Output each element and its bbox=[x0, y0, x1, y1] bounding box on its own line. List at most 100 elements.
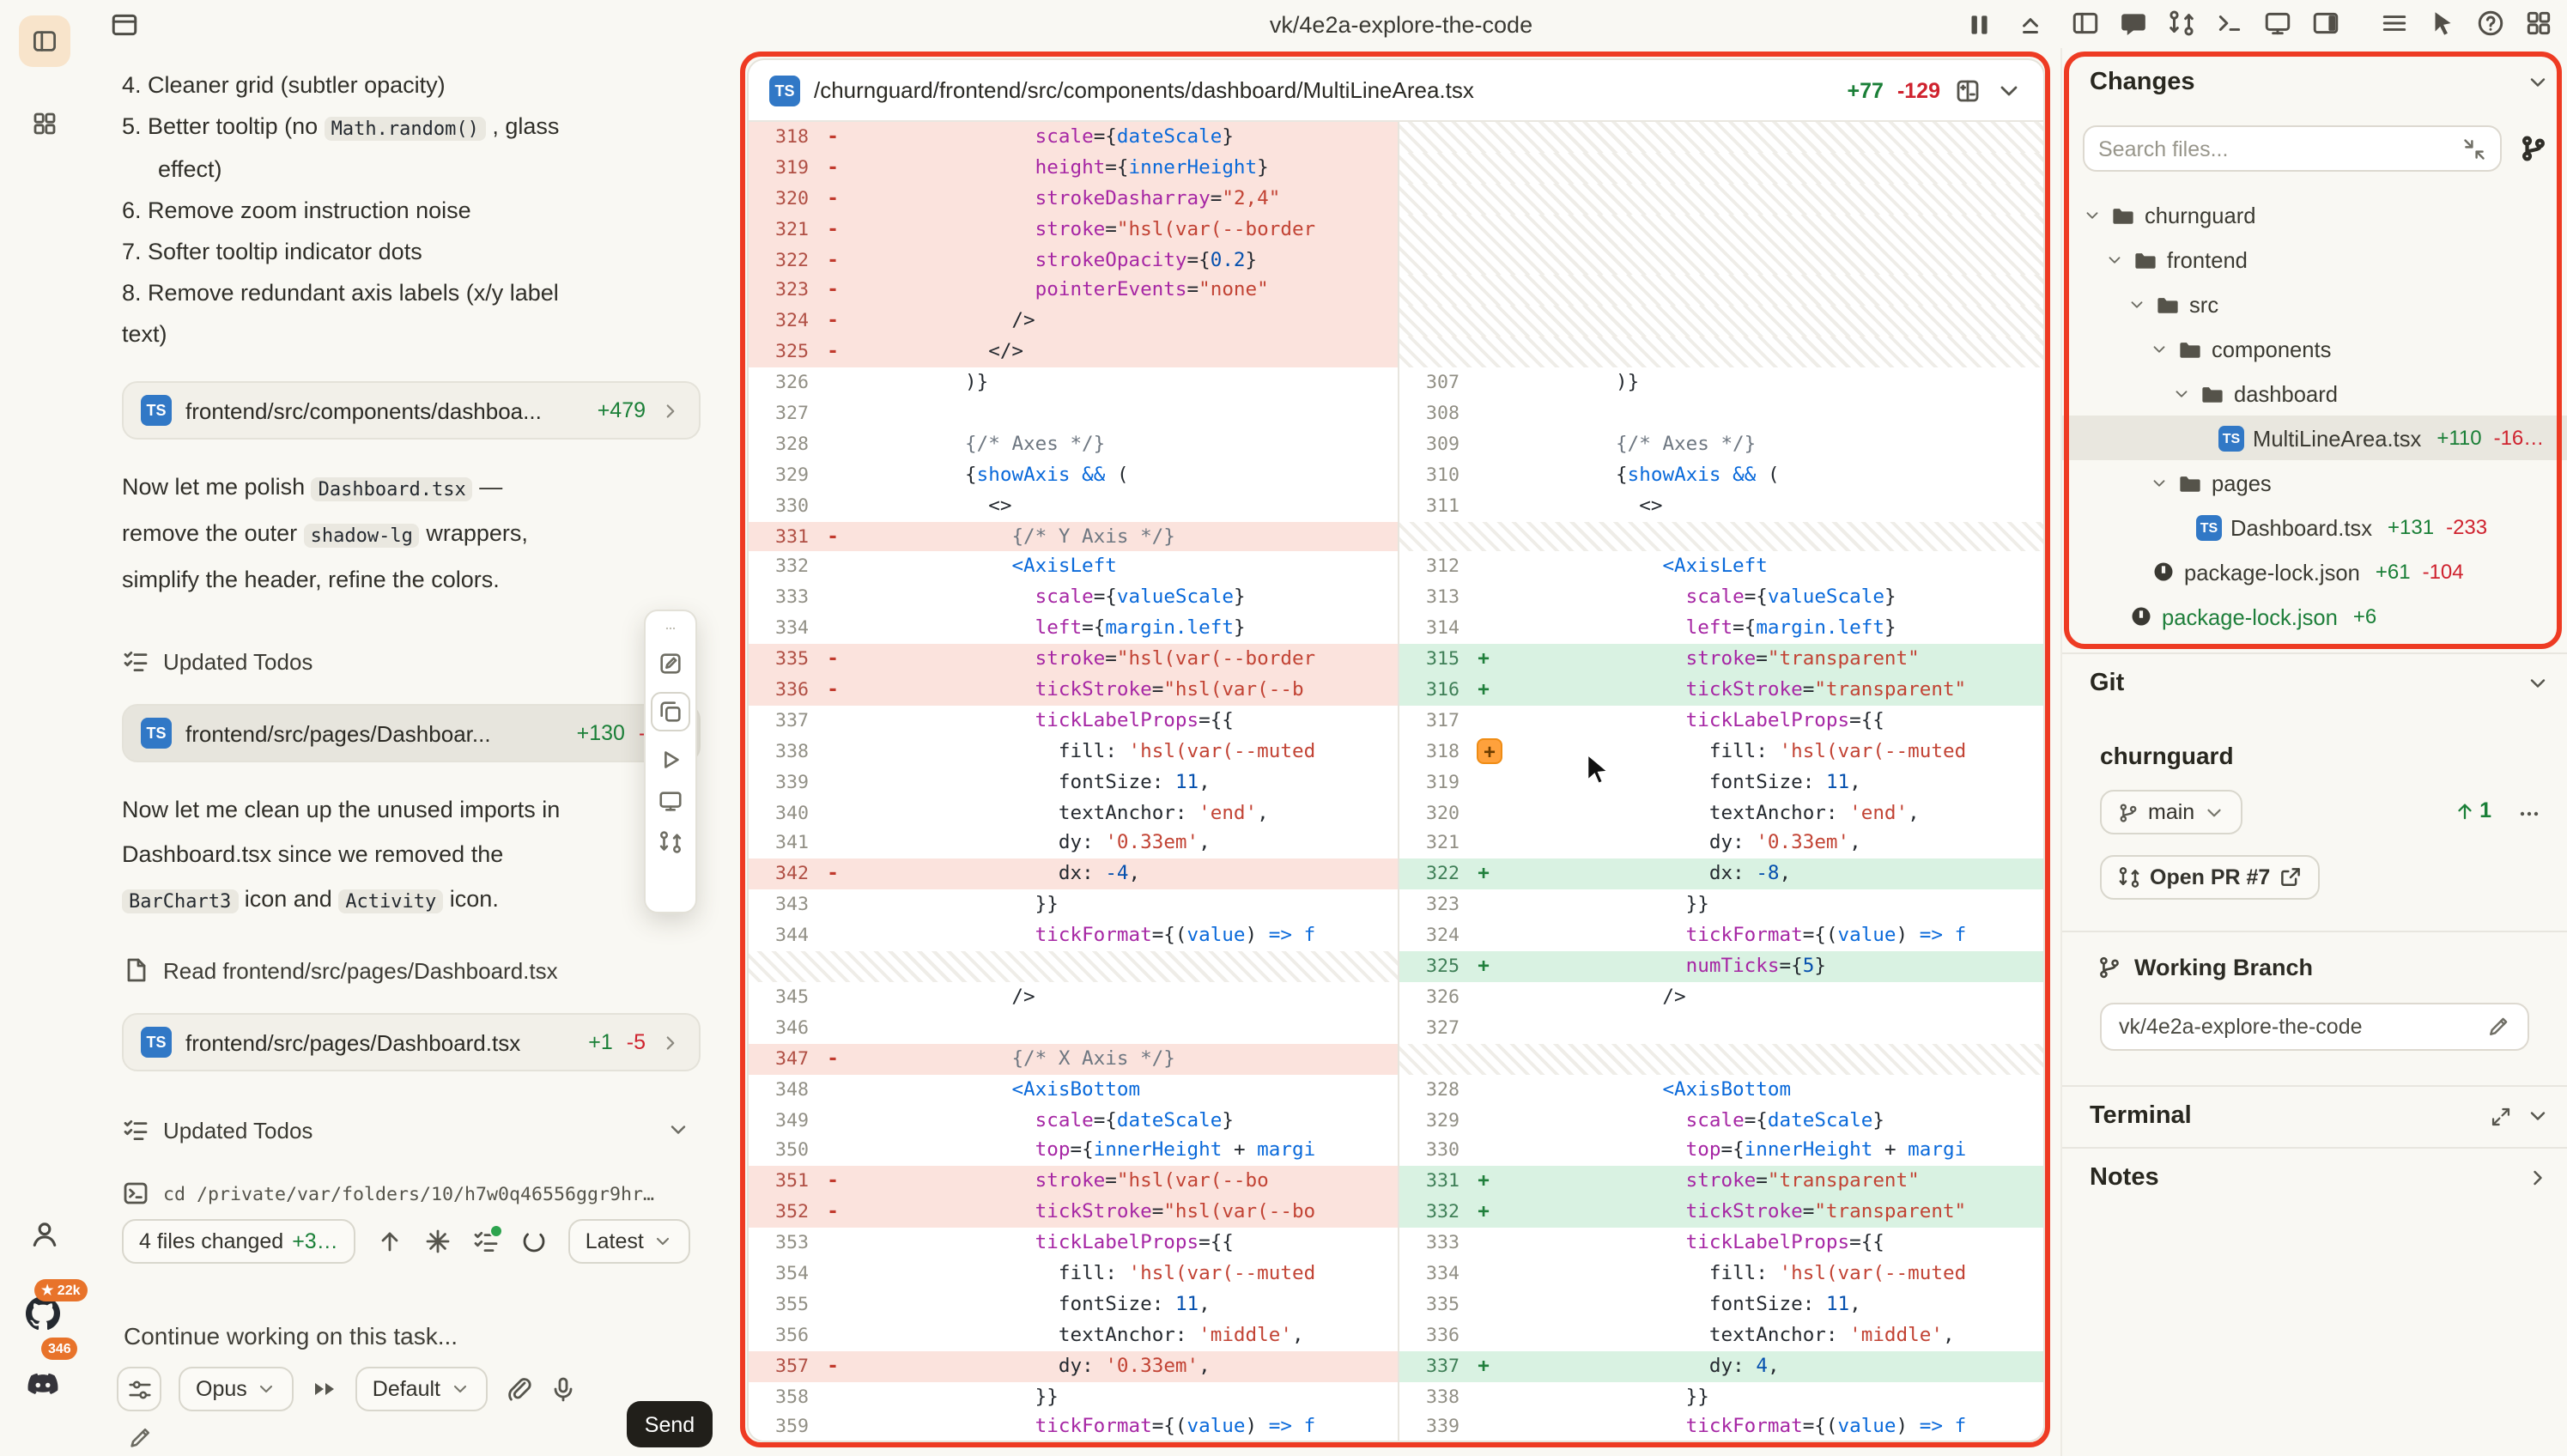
collapse-tree-icon[interactable] bbox=[2462, 136, 2486, 161]
mic-icon[interactable] bbox=[549, 1375, 576, 1403]
tree-file[interactable]: TSDashboard.tsx+131-233 bbox=[2062, 505, 2567, 549]
tree-folder[interactable]: churnguard bbox=[2062, 192, 2567, 237]
line-number: 309 bbox=[1399, 429, 1468, 460]
diff-row: 339 fontSize: 11,319 fontSize: 11, bbox=[749, 767, 2043, 798]
line-number: 314 bbox=[1399, 614, 1468, 645]
file-chip[interactable]: TSfrontend/src/pages/Dashboard.tsx+1-5 bbox=[122, 1013, 701, 1071]
working-branch-title: Working Branch bbox=[2134, 955, 2313, 980]
workspaces-button[interactable] bbox=[19, 98, 70, 149]
latest-dropdown[interactable]: Latest bbox=[568, 1219, 690, 1264]
file-chip[interactable]: TSfrontend/src/components/dashboa...+479 bbox=[122, 381, 701, 440]
panel-left-icon[interactable] bbox=[2071, 9, 2100, 38]
terminal-command-row[interactable]: cd /private/var/folders/10/h7w0q46556ggr… bbox=[122, 1176, 701, 1210]
preview-icon[interactable] bbox=[658, 788, 683, 814]
add-comment-button[interactable]: + bbox=[1477, 738, 1502, 764]
code-text: tickStroke="hsl(var(--bo bbox=[848, 1197, 1398, 1228]
draw-icon[interactable] bbox=[127, 1425, 153, 1451]
model-dropdown[interactable]: Opus bbox=[179, 1367, 294, 1411]
collapse-icon[interactable] bbox=[2016, 10, 2045, 39]
edit-branch-icon[interactable] bbox=[2486, 1015, 2510, 1039]
code-text bbox=[1499, 1013, 2045, 1044]
paperclip-icon[interactable] bbox=[504, 1375, 531, 1403]
help-icon[interactable] bbox=[2476, 9, 2505, 38]
diff-cell: 326 )} bbox=[749, 367, 1398, 398]
line-number: 351 bbox=[749, 1167, 817, 1198]
app-window: vk/4e2a-explore-the-code ★ 22k 346 4. Cl… bbox=[0, 0, 2567, 1456]
todos-icon[interactable] bbox=[472, 1228, 500, 1255]
git-compare-icon[interactable] bbox=[658, 829, 683, 855]
tree-folder[interactable]: frontend bbox=[2062, 237, 2567, 282]
line-number: 359 bbox=[749, 1412, 817, 1442]
tree-folder[interactable]: pages bbox=[2062, 460, 2567, 505]
window-icon[interactable] bbox=[110, 10, 139, 39]
drag-handle-icon[interactable] bbox=[658, 622, 683, 635]
display-icon[interactable] bbox=[2263, 9, 2292, 38]
line-number: 347 bbox=[749, 1043, 817, 1074]
diff-cell: 339 tickFormat={(value) => f bbox=[1398, 1412, 2045, 1442]
fast-forward-icon[interactable] bbox=[311, 1375, 338, 1403]
message-text: Now let me polish Dashboard.tsx —remove … bbox=[122, 465, 701, 603]
discord-icon[interactable] bbox=[26, 1368, 60, 1403]
pause-icon[interactable] bbox=[1964, 10, 1994, 39]
code-text: tickLabelProps={{ bbox=[1499, 1228, 2045, 1259]
code-text: {showAxis && ( bbox=[848, 460, 1398, 491]
edit-icon[interactable] bbox=[658, 651, 683, 676]
files-changed-chip[interactable]: 4 files changed +3… bbox=[122, 1219, 355, 1264]
chat-icon[interactable] bbox=[2119, 9, 2148, 38]
tree-folder[interactable]: components bbox=[2062, 326, 2567, 371]
github-icon[interactable] bbox=[26, 1296, 60, 1331]
line-number: 312 bbox=[1399, 552, 1468, 583]
git-branch-icon[interactable] bbox=[2519, 134, 2548, 163]
git-header[interactable]: Git bbox=[2090, 666, 2550, 701]
scroll-top-icon[interactable] bbox=[376, 1228, 404, 1255]
terminal-section[interactable]: Terminal bbox=[2090, 1099, 2550, 1133]
para-line: Now let me clean up the unused imports i… bbox=[122, 788, 701, 833]
code-text: tickLabelProps={{ bbox=[848, 1228, 1398, 1259]
tree-folder[interactable]: src bbox=[2062, 282, 2567, 326]
copy-button[interactable] bbox=[651, 692, 690, 731]
cursor-icon[interactable] bbox=[2428, 9, 2457, 38]
file-search-input[interactable]: Search files... bbox=[2083, 125, 2502, 172]
diff-marker bbox=[817, 1013, 848, 1044]
diff-row: 321- stroke="hsl(var(--border bbox=[749, 214, 2043, 245]
notes-section[interactable]: Notes bbox=[2090, 1161, 2550, 1195]
code-text: tickFormat={(value) => f bbox=[848, 1412, 1398, 1442]
code-text: tickFormat={(value) => f bbox=[1499, 1412, 2045, 1442]
menu-icon[interactable] bbox=[2380, 9, 2409, 38]
asterisk-icon[interactable] bbox=[424, 1228, 452, 1255]
panel-right-icon[interactable] bbox=[2311, 9, 2340, 38]
mode-dropdown[interactable]: Default bbox=[355, 1367, 487, 1411]
tree-file[interactable]: TSMultiLineArea.tsx+110-16… bbox=[2062, 416, 2567, 460]
branch-dropdown[interactable]: main bbox=[2100, 790, 2242, 834]
expand-icon[interactable] bbox=[2490, 1105, 2512, 1127]
account-icon[interactable] bbox=[29, 1219, 60, 1250]
diff-cell: 335 fontSize: 11, bbox=[1398, 1289, 2045, 1320]
todos-row[interactable]: Updated Todos bbox=[122, 644, 701, 678]
diff-marker bbox=[817, 1412, 848, 1442]
chevron-down-icon[interactable] bbox=[1995, 76, 2023, 104]
message-text: Now let me clean up the unused imports i… bbox=[122, 788, 701, 924]
open-pr-button[interactable]: Open PR #7 bbox=[2100, 855, 2320, 900]
file-chip[interactable]: TSfrontend/src/pages/Dashboar...+130-233 bbox=[122, 704, 701, 762]
more-options-icon[interactable] bbox=[2515, 800, 2543, 828]
read-file-row[interactable]: Read frontend/src/pages/Dashboard.tsx bbox=[122, 953, 701, 987]
diff-view-icon[interactable] bbox=[1954, 76, 1981, 104]
tree-file[interactable]: package-lock.json+6 bbox=[2062, 594, 2567, 639]
terminal-icon[interactable] bbox=[2215, 9, 2244, 38]
folder-icon bbox=[2133, 246, 2158, 272]
send-button[interactable]: Send bbox=[627, 1401, 713, 1447]
todos-row[interactable]: Updated Todos bbox=[122, 1113, 701, 1147]
run-icon[interactable] bbox=[658, 747, 683, 773]
line-number: 325 bbox=[749, 337, 817, 367]
working-branch-input[interactable]: vk/4e2a-explore-the-code bbox=[2100, 1003, 2529, 1051]
tree-folder[interactable]: dashboard bbox=[2062, 371, 2567, 416]
settings-button[interactable] bbox=[117, 1367, 161, 1411]
changes-header[interactable]: Changes bbox=[2090, 65, 2550, 100]
diff-marker bbox=[1468, 798, 1499, 828]
diff-marker bbox=[1468, 1412, 1499, 1442]
home-button[interactable] bbox=[19, 15, 70, 67]
tree-file[interactable]: package-lock.json+61-104 bbox=[2062, 549, 2567, 594]
composer-input[interactable]: Continue working on this task... bbox=[124, 1322, 458, 1350]
grid-icon[interactable] bbox=[2524, 9, 2553, 38]
git-compare-icon[interactable] bbox=[2167, 9, 2196, 38]
